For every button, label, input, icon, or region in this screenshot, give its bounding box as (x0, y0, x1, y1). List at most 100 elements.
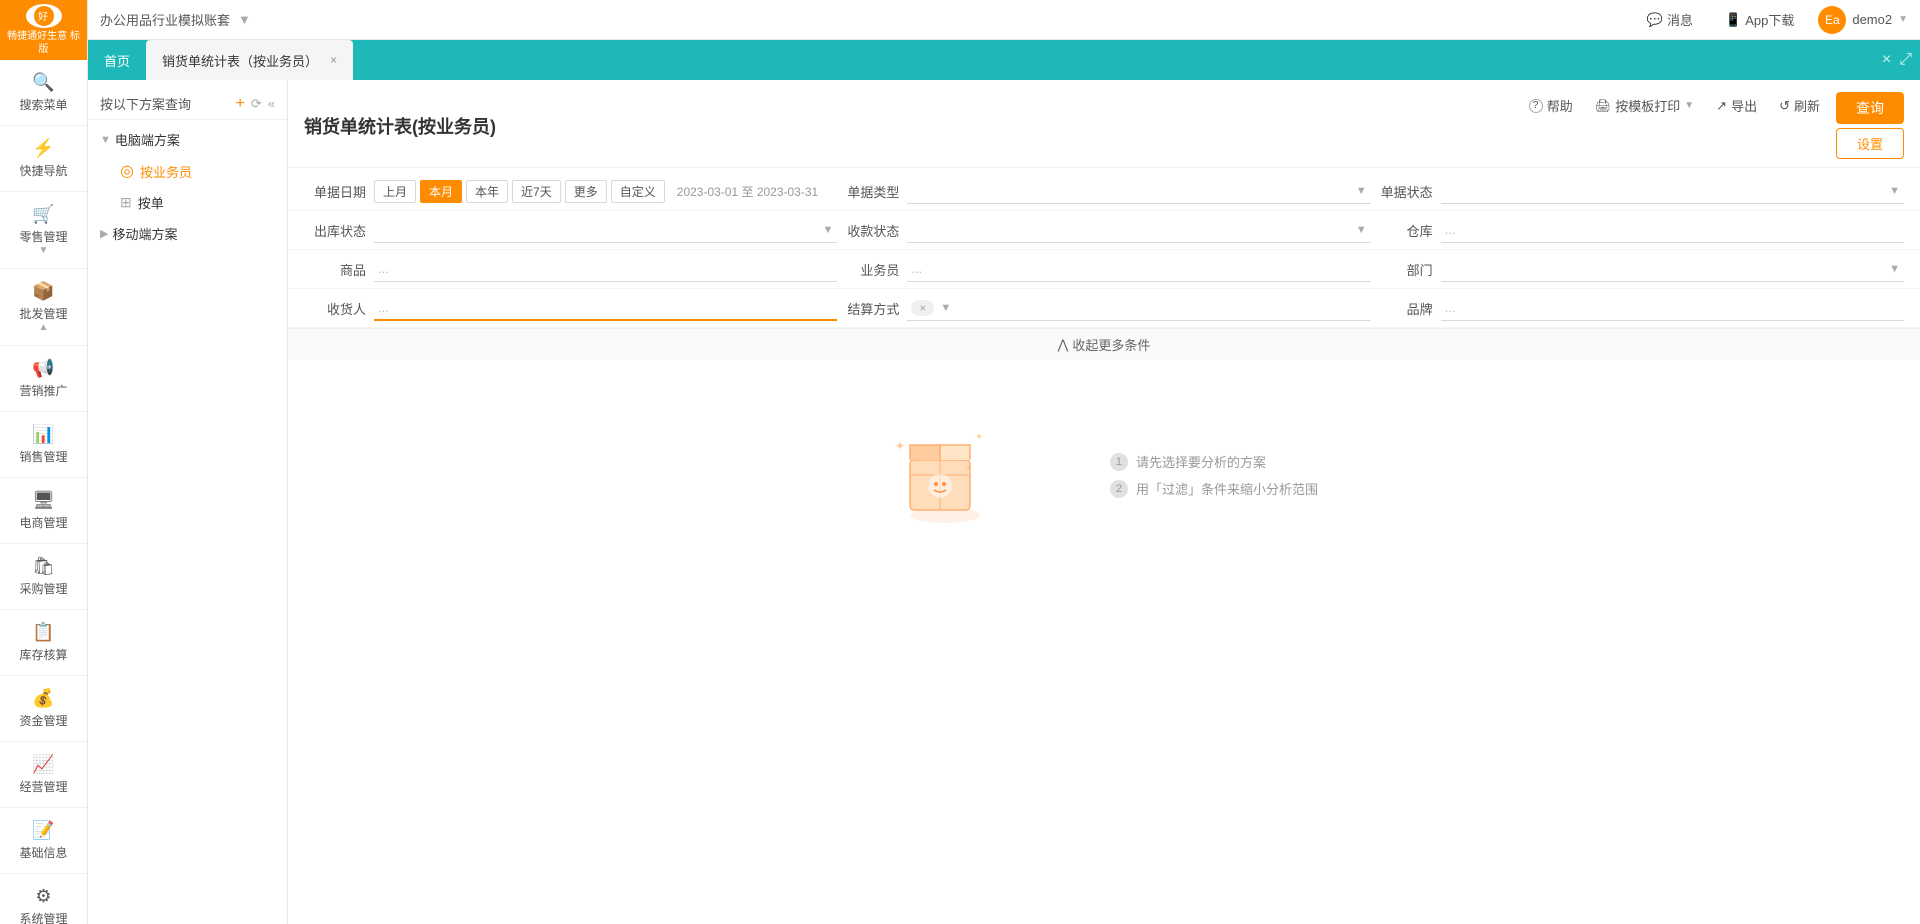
status-dropdown-icon: ▼ (1889, 185, 1900, 197)
dept-dropdown-icon: ▼ (1889, 263, 1900, 275)
sidebar-item-wholesale[interactable]: 📦 批发管理 ▲ (0, 269, 87, 346)
tab-sales-stat[interactable]: 销货单统计表（按业务员） × (146, 40, 353, 80)
account-dropdown-icon[interactable]: ▼ (238, 12, 251, 27)
page-title: 销货单统计表(按业务员) (304, 113, 496, 139)
sidebar-item-sales[interactable]: 📊 销售管理 (0, 412, 87, 478)
sales-icon: 📊 (32, 424, 54, 445)
tab-maximize-icon[interactable]: ⤢ (1899, 51, 1912, 69)
date-btn-more[interactable]: 更多 (565, 180, 607, 203)
purchase-icon: 🛍 (32, 556, 55, 577)
help-label: 帮助 (1547, 96, 1573, 115)
collapse-panel-btn[interactable]: « (268, 96, 275, 111)
sidebar-item-search[interactable]: 🔍 搜索菜单 (0, 60, 87, 126)
add-scheme-btn[interactable]: + (236, 95, 245, 113)
sidebar-item-operation[interactable]: 📈 经营管理 (0, 742, 87, 808)
sidebar-item-label: 库存核算 (19, 646, 67, 663)
stock-filter-control[interactable]: ▼ (374, 217, 837, 243)
tree-item-by-order[interactable]: ⊞ 按单 (88, 187, 287, 218)
tree-sub-label: 按单 (138, 193, 164, 212)
refresh-scheme-btn[interactable]: ⟳ (251, 96, 262, 112)
ecommerce-icon: 🖥 (32, 490, 55, 511)
settlement-filter-control[interactable]: × ▼ (907, 295, 1370, 321)
tip-num-2: 2 (1110, 480, 1128, 498)
svg-text:✦: ✦ (975, 432, 983, 443)
print-btn[interactable]: 🖨 按模板打印 ▼ (1587, 92, 1702, 119)
receiver-filter-control[interactable]: ... (374, 295, 837, 321)
dept-filter-control[interactable]: ▼ (1441, 256, 1904, 282)
status-filter-cell: 单据状态 ▼ (1371, 178, 1904, 204)
sidebar-item-finance[interactable]: 💰 资金管理 (0, 676, 87, 742)
settlement-filter-cell: 结算方式 × ▼ (837, 295, 1370, 321)
settlement-tag: × (911, 300, 934, 316)
date-filter-label: 单据日期 (304, 182, 374, 201)
tab-sales-stat-label: 销货单统计表（按业务员） (162, 51, 318, 70)
tree-expand-arrow: ▼ (100, 134, 111, 146)
date-range-display: 2023-03-01 至 2023-03-31 (677, 183, 818, 200)
brand-filter-control[interactable]: ... (1441, 295, 1904, 321)
app-download-btn[interactable]: 📱 App下载 (1717, 6, 1802, 33)
sidebar-item-label: 批发管理 (19, 305, 67, 322)
tab-home[interactable]: 首页 (88, 40, 146, 80)
account-selector[interactable]: 办公用品行业模拟账套 (100, 10, 230, 29)
app-download-label: App下载 (1745, 10, 1794, 29)
sidebar-item-marketing[interactable]: 📢 营销推广 (0, 346, 87, 412)
sidebar: 好 畅捷通好生意 标版 🔍 搜索菜单 ⚡ 快捷导航 🛒 零售管理 ▼ 📦 批发管… (0, 0, 88, 924)
tree-mobile-group[interactable]: ▶ 移动端方案 (88, 218, 287, 249)
goods-filter-control[interactable]: ... (374, 256, 837, 282)
staff-filter-control[interactable]: ... (907, 256, 1370, 282)
marketing-icon: 📢 (32, 358, 54, 379)
collapse-icon: ⋀ (1058, 337, 1069, 353)
pay-filter-control[interactable]: ▼ (907, 217, 1370, 243)
sidebar-item-shortcut[interactable]: ⚡ 快捷导航 (0, 126, 87, 192)
query-button[interactable]: 查询 (1836, 92, 1904, 124)
tab-bar: 首页 销货单统计表（按业务员） × × ⤢ (88, 40, 1920, 80)
user-profile[interactable]: Ea demo2 ▼ (1818, 6, 1908, 34)
scheme-icon: ⊞ (120, 194, 132, 211)
date-btn-last-month[interactable]: 上月 (374, 180, 416, 203)
collapse-btn[interactable]: ⋀ 收起更多条件 (288, 328, 1920, 360)
warehouse-filter-cell: 仓库 ... (1371, 217, 1904, 243)
page-header: 销货单统计表(按业务员) ? 帮助 🖨 按模板打印 ▼ ↗ (288, 80, 1920, 168)
type-filter-cell: 单据类型 ▼ (837, 178, 1370, 204)
export-btn[interactable]: ↗ 导出 (1708, 92, 1765, 119)
warehouse-filter-control[interactable]: ... (1441, 217, 1904, 243)
svg-text:✦: ✦ (965, 463, 972, 472)
help-btn[interactable]: ? 帮助 (1521, 92, 1581, 119)
type-filter-control[interactable]: ▼ (907, 178, 1370, 204)
status-filter-control[interactable]: ▼ (1441, 178, 1904, 204)
type-filter-label: 单据类型 (837, 182, 907, 201)
date-btn-7days[interactable]: 近7天 (512, 180, 561, 203)
download-icon: 📱 (1725, 12, 1741, 28)
sidebar-item-inventory[interactable]: 📋 库存核算 (0, 610, 87, 676)
date-btn-this-year[interactable]: 本年 (466, 180, 508, 203)
stock-dropdown-icon: ▼ (822, 224, 833, 236)
sidebar-item-system[interactable]: ⚙ 系统管理 (0, 874, 87, 924)
tab-close-icon[interactable]: × (330, 53, 337, 67)
filter-row-1: 单据日期 上月 本月 本年 近7天 更多 自定义 2023-03-01 至 20… (288, 168, 1920, 211)
stock-filter-label: 出库状态 (304, 221, 374, 240)
tab-close-all-icon[interactable]: × (1882, 51, 1891, 69)
sidebar-item-purchase[interactable]: 🛍 采购管理 (0, 544, 87, 610)
settlement-tag-close[interactable]: × (919, 301, 926, 315)
warehouse-filter-label: 仓库 (1371, 221, 1441, 240)
tree-sub-label: 按业务员 (140, 162, 192, 181)
tree-item-by-staff[interactable]: ◎ 按业务员 (88, 155, 287, 187)
date-btn-custom[interactable]: 自定义 (611, 180, 665, 203)
sidebar-item-basic[interactable]: 📝 基础信息 (0, 808, 87, 874)
sidebar-item-label: 销售管理 (19, 448, 67, 465)
sidebar-item-ecommerce[interactable]: 🖥 电商管理 (0, 478, 87, 544)
refresh-btn[interactable]: ↺ 刷新 (1771, 92, 1828, 119)
operation-icon: 📈 (32, 754, 54, 775)
tree-desktop-group[interactable]: ▼ 电脑端方案 (88, 124, 287, 155)
message-btn[interactable]: 💬 消息 (1639, 6, 1701, 33)
sidebar-item-retail[interactable]: 🛒 零售管理 ▼ (0, 192, 87, 269)
system-icon: ⚙ (35, 886, 51, 907)
date-btn-this-month[interactable]: 本月 (420, 180, 462, 203)
left-panel: 按以下方案查询 + ⟳ « ▼ 电脑端方案 ◎ 按业务员 ⊞ 按单 (88, 80, 288, 924)
staff-filter-label: 业务员 (837, 260, 907, 279)
date-filter-row: 上月 本月 本年 近7天 更多 自定义 2023-03-01 至 2023-03… (374, 180, 818, 203)
receiver-placeholder: ... (378, 300, 833, 315)
setting-button[interactable]: 设置 (1836, 128, 1904, 159)
avatar: Ea (1818, 6, 1846, 34)
goods-filter-cell: 商品 ... (304, 256, 837, 282)
